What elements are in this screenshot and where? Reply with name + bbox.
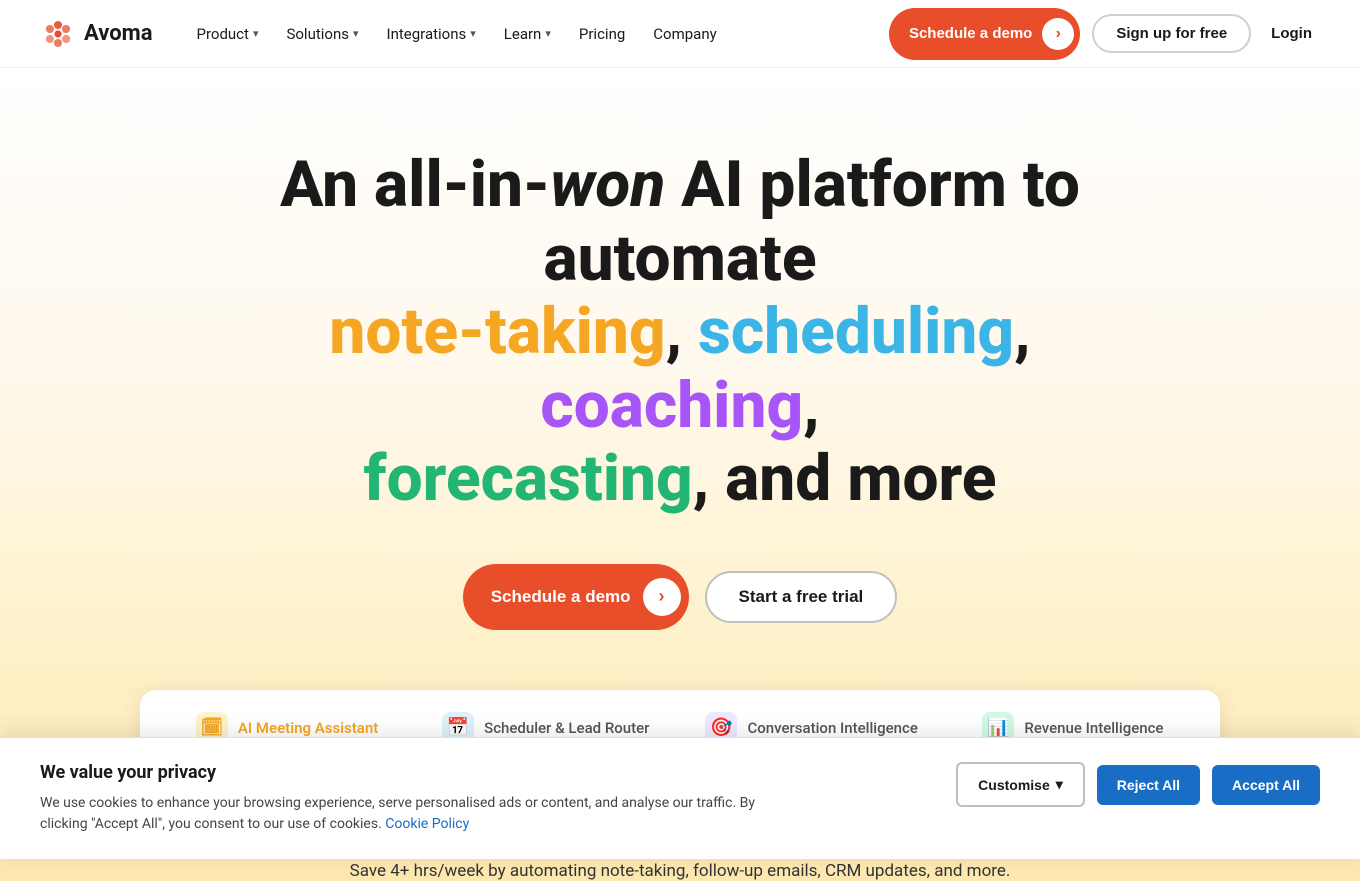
nav-right: Schedule a demo › Sign up for free Login (889, 8, 1320, 60)
cookie-buttons: Customise ▾ Reject All Accept All (956, 762, 1320, 807)
headline-won: won (550, 147, 665, 222)
schedule-demo-hero-button[interactable]: Schedule a demo › (463, 564, 689, 630)
signup-button[interactable]: Sign up for free (1092, 14, 1251, 53)
nav-item-solutions[interactable]: Solutions ▾ (274, 17, 370, 51)
chevron-down-icon: ▾ (470, 27, 476, 40)
chevron-down-icon: ▾ (353, 27, 359, 40)
subtitle-text: Save 4+ hrs/week by automating note-taki… (330, 861, 1030, 881)
logo-icon (40, 16, 76, 52)
headline-prefix: An all-in- (280, 147, 550, 222)
hero-word-forecasting: forecasting (364, 441, 693, 516)
reject-all-button[interactable]: Reject All (1097, 765, 1200, 805)
nav-left: Avoma Product ▾ Solutions ▾ Integrations… (40, 16, 729, 52)
cookie-content-row: We value your privacy We use cookies to … (40, 762, 1320, 835)
hero-buttons: Schedule a demo › Start a free trial (40, 564, 1320, 630)
chevron-down-icon: ▾ (545, 27, 551, 40)
nav-item-company[interactable]: Company (641, 17, 728, 51)
nav-links: Product ▾ Solutions ▾ Integrations ▾ Lea… (184, 17, 728, 51)
hero-word-note-taking: note-taking (329, 294, 665, 369)
cookie-title: We value your privacy (40, 762, 800, 783)
cookie-banner: We value your privacy We use cookies to … (0, 737, 1360, 859)
free-trial-button[interactable]: Start a free trial (705, 571, 898, 623)
hero-word-coaching: coaching (540, 368, 803, 443)
accept-all-button[interactable]: Accept All (1212, 765, 1320, 805)
login-button[interactable]: Login (1263, 16, 1320, 51)
nav-item-learn[interactable]: Learn ▾ (492, 17, 563, 51)
nav-item-integrations[interactable]: Integrations ▾ (375, 17, 488, 51)
hero-headline: An all-in-won AI platform to automate no… (230, 148, 1130, 516)
arrow-circle-icon: › (1042, 18, 1074, 50)
logo[interactable]: Avoma (40, 16, 152, 52)
arrow-circle-icon: › (643, 578, 681, 616)
customise-button[interactable]: Customise ▾ (956, 762, 1085, 807)
hero-word-scheduling: scheduling (698, 294, 1014, 369)
cookie-policy-link[interactable]: Cookie Policy (385, 816, 469, 832)
logo-text: Avoma (84, 21, 152, 46)
cookie-body: We use cookies to enhance your browsing … (40, 793, 800, 835)
nav-item-product[interactable]: Product ▾ (184, 17, 270, 51)
schedule-demo-nav-button[interactable]: Schedule a demo › (889, 8, 1080, 60)
nav-item-pricing[interactable]: Pricing (567, 17, 637, 51)
chevron-down-icon: ▾ (1056, 776, 1063, 793)
navigation: Avoma Product ▾ Solutions ▾ Integrations… (0, 0, 1360, 68)
cookie-content: We value your privacy We use cookies to … (40, 762, 800, 835)
hero-section: An all-in-won AI platform to automate no… (0, 68, 1360, 829)
chevron-down-icon: ▾ (253, 27, 259, 40)
